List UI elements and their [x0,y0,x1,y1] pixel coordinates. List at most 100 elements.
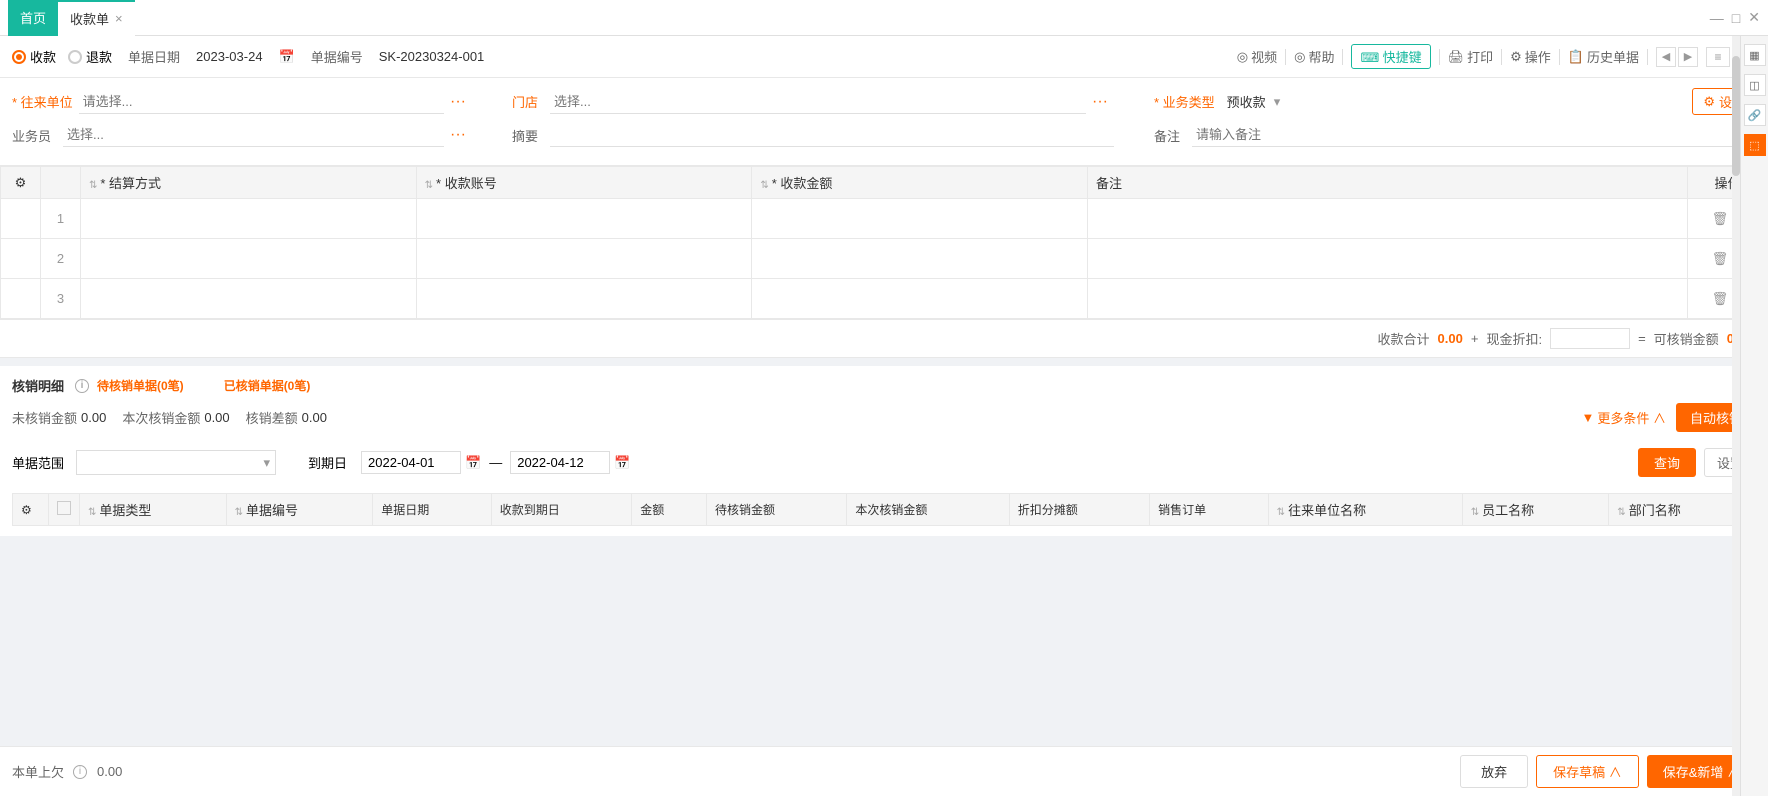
btcol-docnum: 单据编号 [226,494,373,526]
prev-arrow-btn[interactable]: ◀ [1656,47,1676,67]
section-divider [0,358,1768,366]
right-sidebar: ▦ ◫ 🔗 ⬚ [1740,36,1768,796]
store-input[interactable] [550,90,1086,114]
help-btn[interactable]: ◎ 帮助 [1294,47,1334,66]
refund-radio-label: 退款 [86,47,112,66]
row1-num: 1 [41,199,81,239]
business-type-dropdown-icon[interactable]: ▾ [1274,94,1281,110]
range-dropdown-icon[interactable]: ▾ [263,455,270,471]
row3-account[interactable] [416,279,752,319]
more-filter-btn[interactable]: ▼ 更多条件 ∧ [1581,408,1666,427]
history-btn[interactable]: 📋 历史单据 [1568,47,1639,66]
counterparty-more-btn[interactable]: ··· [444,93,472,111]
scroll-thumb[interactable] [1732,56,1740,176]
verif-info-icon[interactable]: i [75,379,89,393]
home-tab[interactable]: 首页 [8,0,58,36]
btcol-checkbox [49,494,80,526]
receipt-table: ⚙ * 结算方式 * 收款账号 * 收款金额 备注 操作 1 🗑 [0,166,1768,319]
shortcut-btn[interactable]: ⌨ 快捷键 [1351,44,1430,69]
table-col-settings[interactable]: ⚙ [1,167,41,199]
row2-payment[interactable] [81,239,417,279]
discard-btn[interactable]: 放弃 [1460,755,1528,788]
row2-remark[interactable] [1088,239,1688,279]
remark-input[interactable] [1192,123,1756,147]
range-select-wrapper: ▾ [76,450,276,475]
row1-account[interactable] [416,199,752,239]
date-value[interactable]: 2023-03-24 [196,49,263,64]
due-date-range: 到期日 📅 — 📅 [308,451,630,474]
date-to-input[interactable] [510,451,610,474]
maximize-btn[interactable]: □ [1732,10,1740,26]
history-label: 历史单据 [1587,47,1639,66]
verif-tabs: 待核销单据(0笔) 已核销单据(0笔) [97,377,310,394]
video-btn[interactable]: ◎ 视频 [1237,47,1277,66]
filter-icon: ▼ [1581,410,1594,425]
date-to-calendar-icon[interactable]: 📅 [614,455,630,471]
minimize-btn[interactable]: — [1710,10,1724,26]
verif-stats-row: 未核销金额 0.00 本次核销金额 0.00 核销差额 0.00 ▼ 更多条件 … [12,403,1756,432]
row2-delete-icon[interactable]: 🗑 [1712,251,1729,267]
query-btn[interactable]: 查询 [1638,448,1696,477]
close-tab-btn[interactable]: × [115,11,123,26]
sales-rep-field: 业务员 ··· [12,123,472,147]
discount-input[interactable] [1550,328,1630,349]
sum-label: 收款合计 [1378,329,1430,348]
stat-info-icon[interactable]: i [73,765,87,779]
row3-amount[interactable] [752,279,1088,319]
operation-btn[interactable]: ⚙ 操作 [1510,47,1551,66]
plus-label: + [1471,331,1479,346]
pending-tab[interactable]: 待核销单据(0笔) [97,377,184,394]
btcol-counterparty: 往来单位名称 [1268,494,1462,526]
next-arrow-btn[interactable]: ▶ [1678,47,1698,67]
receipt-radio-item[interactable]: 收款 [12,47,56,66]
save-draft-btn[interactable]: 保存草稿 ∧ [1536,755,1639,788]
row2-settings [1,239,41,279]
sum-value: 0.00 [1438,331,1463,346]
list-view-btn[interactable]: ≡ [1706,47,1730,67]
row1-amount[interactable] [752,199,1088,239]
row3-payment[interactable] [81,279,417,319]
row2-account[interactable] [416,239,752,279]
unrec-label: 未核销金额 [12,408,77,427]
counterparty-input[interactable] [79,90,444,114]
btcol-settings[interactable]: ⚙ [13,494,49,526]
row1-payment[interactable] [81,199,417,239]
bottom-table-header: ⚙ 单据类型 单据编号 单据日期 收款到期日 金额 待核销金额 本次核销金额 折… [13,494,1756,526]
store-field: 门店 ··· [512,90,1114,114]
date-from-field: 📅 [355,451,481,474]
range-select-input[interactable] [76,450,276,475]
save-draft-label: 保存草稿 ∧ [1553,762,1622,781]
sidebar-table-icon[interactable]: ▦ [1744,44,1766,66]
date-from-calendar-icon[interactable]: 📅 [465,455,481,471]
window-close-btn[interactable]: ✕ [1748,9,1760,26]
row3-remark[interactable] [1088,279,1688,319]
store-more-btn[interactable]: ··· [1086,93,1114,111]
verification-section: 核销明细 i 待核销单据(0笔) 已核销单据(0笔) 未核销金额 0.00 本次… [0,366,1768,536]
verif-filter-row: 单据范围 ▾ 到期日 📅 — 📅 查询 设置 [12,440,1756,485]
row3-delete-icon[interactable]: 🗑 [1712,291,1729,307]
verif-title-text: 核销明细 [12,376,64,395]
row1-delete-icon[interactable]: 🗑 [1712,211,1729,227]
date-from-input[interactable] [361,451,461,474]
completed-tab[interactable]: 已核销单据(0笔) [224,377,311,394]
sidebar-layout-icon[interactable]: ◫ [1744,74,1766,96]
calendar-icon[interactable]: 📅 [279,49,295,65]
summary-input[interactable] [550,123,1114,147]
print-btn[interactable]: 🖨 打印 [1448,47,1494,66]
sidebar-link-icon[interactable]: 🔗 [1744,104,1766,126]
btcol-saleorder: 销售订单 [1150,494,1269,526]
home-tab-label: 首页 [20,8,46,27]
refund-radio-item[interactable]: 退款 [68,47,112,66]
row2-num: 2 [41,239,81,279]
row1-remark[interactable] [1088,199,1688,239]
table-row: 3 🗑 ⧉ [1,279,1768,319]
row2-amount[interactable] [752,239,1088,279]
active-tab[interactable]: 收款单 × [58,0,135,36]
header-toolbar: 收款 退款 单据日期 2023-03-24 📅 单据编号 SK-20230324… [0,36,1768,78]
save-new-label: 保存&新增 ∧ [1663,762,1740,781]
business-type-field: * 业务类型 预收款 ▾ ⚙ 设置 [1154,88,1756,115]
sales-rep-more-btn[interactable]: ··· [444,126,472,144]
sidebar-capture-icon[interactable]: ⬚ [1744,134,1766,156]
sales-rep-input[interactable] [63,123,444,147]
select-all-checkbox[interactable] [57,501,71,515]
